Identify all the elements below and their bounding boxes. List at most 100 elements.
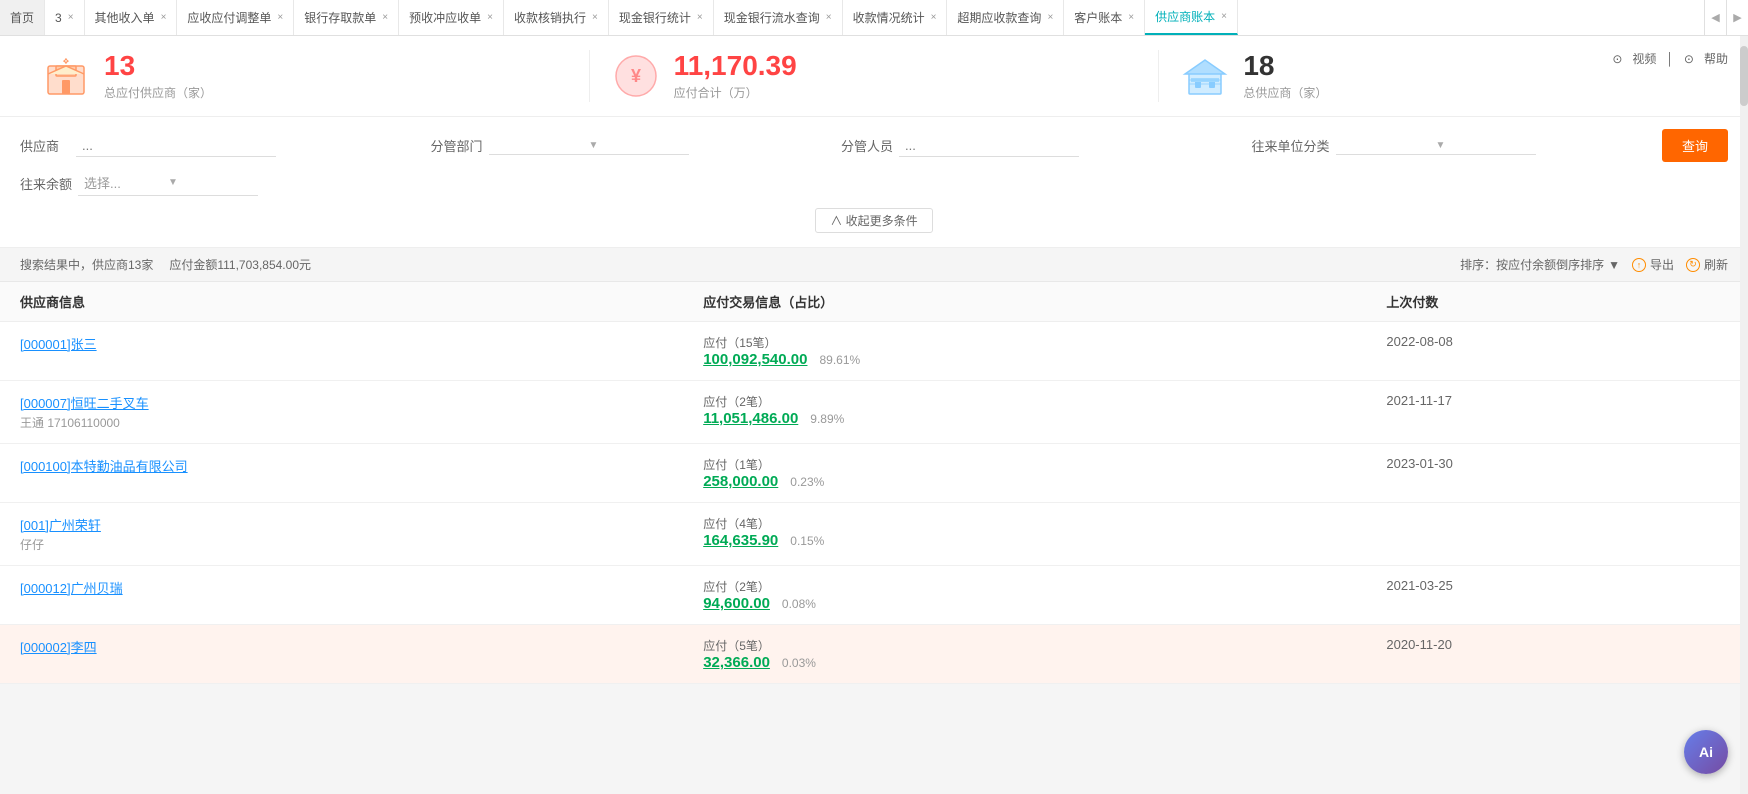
nav-supplier-book-label: 供应商账本 (1155, 8, 1215, 25)
result-info: 搜索结果中，供应商13家 应付金额111,703,854.00元 (20, 256, 311, 273)
ai-badge[interactable]: Ai (1684, 730, 1728, 774)
nav-prepay-ar-close[interactable]: × (487, 12, 493, 23)
nav-supplier-book-close[interactable]: × (1221, 11, 1227, 22)
category-select[interactable]: ▼ (1336, 137, 1536, 155)
filter-balance: 往来余额 选择... ▼ (20, 170, 300, 196)
supplier-icon: ❖ (40, 50, 92, 102)
supplier-link-000001[interactable]: [000001]张三 (20, 337, 97, 352)
dept-chevron-down-icon: ▼ (589, 140, 683, 151)
supplier-input[interactable] (76, 135, 276, 157)
help-link[interactable]: 帮助 (1704, 50, 1728, 67)
nav-receipt-exec-close[interactable]: × (592, 12, 598, 23)
refresh-icon: ↻ (1686, 258, 1700, 272)
dept-select[interactable]: ▼ (489, 137, 689, 155)
sort-label: 排序：按应付余额倒序排序 (1460, 256, 1604, 273)
tx-percent-000100: 0.23% (790, 475, 824, 489)
filter-dept: 分管部门 ▼ (431, 136, 830, 155)
col-tx-info: 应付交易信息（占比） (703, 292, 1386, 311)
last-pay-000002: 2020-11-20 (1386, 637, 1728, 652)
nav-bank-deposit-label: 银行存取款单 (304, 9, 376, 26)
tx-percent-000001: 89.61% (819, 353, 860, 367)
stat-payable-suppliers-text: 13 总应付供应商（家） (104, 51, 212, 102)
supplier-sub-001: 仔仔 (20, 536, 703, 553)
sort-button[interactable]: 排序：按应付余额倒序排序 ▼ (1460, 256, 1620, 273)
export-button[interactable]: ↑ 导出 (1632, 256, 1674, 273)
filter-section: 供应商 分管部门 ▼ 分管人员 往来单位分类 ▼ 查询 (0, 117, 1748, 248)
nav-customer-book-close[interactable]: × (1128, 12, 1134, 23)
supplier-link-000100[interactable]: [000100]本特勤油品有限公司 (20, 459, 188, 474)
tx-amount-000012[interactable]: 94,600.00 (703, 595, 770, 612)
tx-percent-000012: 0.08% (782, 597, 816, 611)
last-pay-000001: 2022-08-08 (1386, 334, 1728, 349)
tx-label-000001: 应付（15笔） (703, 334, 1386, 351)
supplier-link-000012[interactable]: [000012]广州贝瑞 (20, 581, 123, 596)
svg-text:❖: ❖ (62, 57, 69, 66)
nav-bank-deposit-close[interactable]: × (382, 12, 388, 23)
nav-ar-ap-adjust[interactable]: 应收应付调整单 × (177, 0, 294, 35)
tx-label-000012: 应付（2笔） (703, 578, 1386, 595)
nav-scroll-left[interactable]: ◀ (1704, 0, 1726, 35)
nav-scroll-right[interactable]: ▶ (1726, 0, 1748, 35)
supplier-sub-000007: 王通 17106110000 (20, 414, 703, 431)
refresh-button[interactable]: ↻ 刷新 (1686, 256, 1728, 273)
scrollbar-track (1740, 36, 1748, 794)
nav-receipt-exec[interactable]: 收款核销执行 × (504, 0, 609, 35)
nav-receipt-stat-close[interactable]: × (931, 12, 937, 23)
nav-overdue-ar-close[interactable]: × (1047, 12, 1053, 23)
balance-select[interactable]: 选择... ▼ (78, 170, 258, 196)
help-icon: ⊙ (1684, 52, 1694, 66)
nav-tab3-close[interactable]: × (68, 12, 74, 23)
stat-payable-amount-label: 应付合计（万） (674, 84, 797, 101)
nav-other-income-close[interactable]: × (161, 12, 167, 23)
nav-ar-ap-adjust-label: 应收应付调整单 (187, 9, 271, 26)
nav-cash-flow[interactable]: 现金银行流水查询 × (714, 0, 843, 35)
nav-bank-deposit[interactable]: 银行存取款单 × (294, 0, 399, 35)
nav-tab3[interactable]: 3 × (45, 0, 85, 35)
scrollbar-thumb[interactable] (1740, 46, 1748, 106)
tx-amount-000007[interactable]: 11,051,486.00 (703, 410, 798, 427)
tx-amount-001[interactable]: 164,635.90 (703, 532, 778, 549)
nav-prepay-ar-label: 预收冲应收单 (409, 9, 481, 26)
ai-badge-label: Ai (1699, 744, 1713, 760)
collapse-label: 收起更多条件 (846, 214, 918, 228)
category-label: 往来单位分类 (1252, 136, 1330, 155)
nav-cash-flow-close[interactable]: × (826, 12, 832, 23)
stat-payable-amount-text: 11,170.39 应付合计（万） (674, 51, 797, 102)
table-row: [000012]广州贝瑞 应付（2笔） 94,600.00 0.08% 2021… (0, 566, 1748, 625)
tx-amount-000100[interactable]: 258,000.00 (703, 473, 778, 490)
stat-total-suppliers-text: 18 总供应商（家） (1243, 51, 1327, 102)
sort-chevron-down-icon: ▼ (1608, 258, 1620, 272)
supplier-info-cell: [000100]本特勤油品有限公司 (20, 456, 703, 475)
tx-amount-000002[interactable]: 32,366.00 (703, 654, 770, 671)
nav-customer-book[interactable]: 客户账本 × (1064, 0, 1145, 35)
supplier-info-cell: [000001]张三 (20, 334, 703, 353)
supplier-link-001[interactable]: [001]广州荣轩 (20, 518, 101, 533)
collapse-button[interactable]: ∧ 收起更多条件 (815, 208, 932, 233)
export-icon: ↑ (1632, 258, 1646, 272)
nav-receipt-stat[interactable]: 收款情况统计 × (843, 0, 948, 35)
supplier-link-000007[interactable]: [000007]恒旺二手叉车 (20, 396, 149, 411)
tx-info-cell: 应付（5笔） 32,366.00 0.03% (703, 637, 1386, 671)
nav-supplier-book[interactable]: 供应商账本 × (1145, 0, 1238, 35)
balance-label: 往来余额 (20, 174, 72, 193)
nav-cash-stat-close[interactable]: × (697, 12, 703, 23)
search-button[interactable]: 查询 (1662, 129, 1728, 162)
supplier-link-000002[interactable]: [000002]李四 (20, 640, 97, 655)
nav-cash-stat[interactable]: 现金银行统计 × (609, 0, 714, 35)
tx-amount-000001[interactable]: 100,092,540.00 (703, 351, 807, 368)
nav-home[interactable]: 首页 (0, 0, 45, 35)
nav-other-income[interactable]: 其他收入单 × (85, 0, 178, 35)
person-input[interactable] (899, 135, 1079, 157)
nav-overdue-ar[interactable]: 超期应收款查询 × (947, 0, 1064, 35)
video-link[interactable]: 视频 (1632, 50, 1656, 67)
nav-prepay-ar[interactable]: 预收冲应收单 × (399, 0, 504, 35)
col-last-pay: 上次付数 (1386, 292, 1728, 311)
tx-row-000012: 94,600.00 0.08% (703, 595, 1386, 612)
tx-label-001: 应付（4笔） (703, 515, 1386, 532)
header-right-links: ⊙ 视频 │ ⊙ 帮助 (1612, 50, 1728, 67)
nav-ar-ap-adjust-close[interactable]: × (277, 12, 283, 23)
stat-payable-suppliers-number: 13 (104, 51, 212, 82)
nav-tab3-label: 3 (55, 11, 62, 25)
filter-supplier: 供应商 (20, 135, 419, 157)
tx-info-cell: 应付（15笔） 100,092,540.00 89.61% (703, 334, 1386, 368)
